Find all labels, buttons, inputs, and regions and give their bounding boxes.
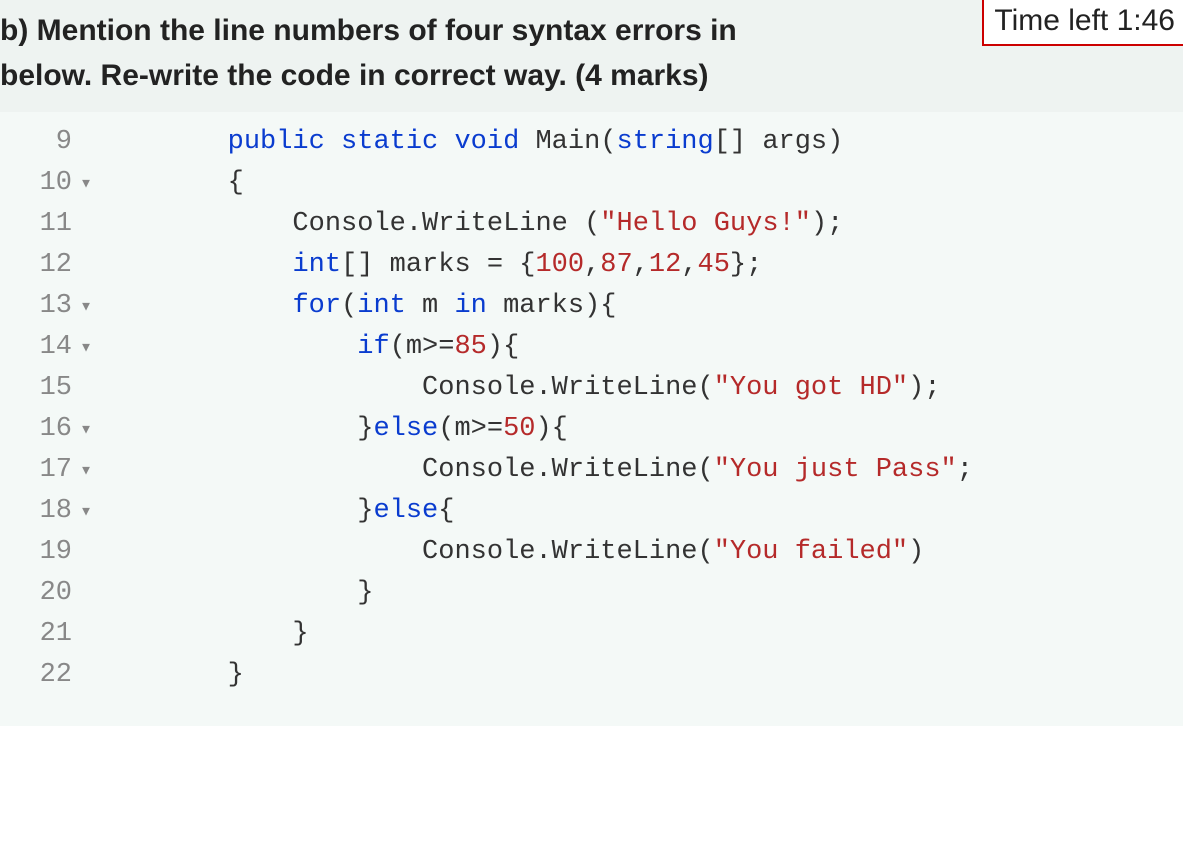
code-line: 14▾ if(m>=85){ bbox=[0, 327, 1183, 368]
code-line: 10▾ { bbox=[0, 163, 1183, 204]
code-line: 11 Console.WriteLine ("Hello Guys!"); bbox=[0, 204, 1183, 245]
line-number: 20 bbox=[0, 573, 80, 614]
line-number: 14 bbox=[0, 327, 80, 368]
fold-icon[interactable]: ▾ bbox=[80, 498, 98, 528]
code-line: 18▾ }else{ bbox=[0, 491, 1183, 532]
code-content: } bbox=[98, 614, 1183, 655]
code-line: 19 Console.WriteLine("You failed") bbox=[0, 532, 1183, 573]
fold-icon[interactable]: ▾ bbox=[80, 334, 98, 364]
code-content: } bbox=[98, 655, 1183, 696]
code-content: } bbox=[98, 573, 1183, 614]
fold-icon[interactable]: ▾ bbox=[80, 416, 98, 446]
code-content: Console.WriteLine("You got HD"); bbox=[98, 368, 1183, 409]
code-line: 17▾ Console.WriteLine("You just Pass"; bbox=[0, 450, 1183, 491]
code-editor: 9 public static void Main(string[] args)… bbox=[0, 112, 1183, 726]
line-number: 19 bbox=[0, 532, 80, 573]
code-content: Console.WriteLine("You failed") bbox=[98, 532, 1183, 573]
timer-box: Time left 1:46 bbox=[982, 0, 1183, 46]
fold-icon[interactable]: ▾ bbox=[80, 293, 98, 323]
fold-icon[interactable]: ▾ bbox=[80, 170, 98, 200]
code-line: 15 Console.WriteLine("You got HD"); bbox=[0, 368, 1183, 409]
code-content: Console.WriteLine ("Hello Guys!"); bbox=[98, 204, 1183, 245]
fold-icon bbox=[80, 211, 98, 241]
fold-icon bbox=[80, 539, 98, 569]
question-header: Time left 1:46 b) Mention the line numbe… bbox=[0, 0, 1183, 112]
fold-icon bbox=[80, 621, 98, 651]
code-line: 13▾ for(int m in marks){ bbox=[0, 286, 1183, 327]
fold-icon bbox=[80, 252, 98, 282]
code-line: 20 } bbox=[0, 573, 1183, 614]
line-number: 12 bbox=[0, 245, 80, 286]
code-line: 9 public static void Main(string[] args) bbox=[0, 122, 1183, 163]
line-number: 16 bbox=[0, 409, 80, 450]
question-line-1: b) Mention the line numbers of four synt… bbox=[0, 14, 737, 47]
fold-icon bbox=[80, 375, 98, 405]
code-content: public static void Main(string[] args) bbox=[98, 122, 1183, 163]
line-number: 9 bbox=[0, 122, 80, 163]
fold-icon bbox=[80, 662, 98, 692]
line-number: 22 bbox=[0, 655, 80, 696]
fold-icon bbox=[80, 129, 98, 159]
code-content: Console.WriteLine("You just Pass"; bbox=[98, 450, 1183, 491]
fold-icon bbox=[80, 580, 98, 610]
code-line: 22 } bbox=[0, 655, 1183, 696]
fold-icon[interactable]: ▾ bbox=[80, 457, 98, 487]
code-content: { bbox=[98, 163, 1183, 204]
line-number: 17 bbox=[0, 450, 80, 491]
code-line: 16▾ }else(m>=50){ bbox=[0, 409, 1183, 450]
code-content: int[] marks = {100,87,12,45}; bbox=[98, 245, 1183, 286]
code-content: if(m>=85){ bbox=[98, 327, 1183, 368]
line-number: 11 bbox=[0, 204, 80, 245]
code-line: 21 } bbox=[0, 614, 1183, 655]
line-number: 13 bbox=[0, 286, 80, 327]
code-line: 12 int[] marks = {100,87,12,45}; bbox=[0, 245, 1183, 286]
timer-label: Time left 1:46 bbox=[994, 4, 1175, 37]
line-number: 15 bbox=[0, 368, 80, 409]
line-number: 10 bbox=[0, 163, 80, 204]
code-content: }else{ bbox=[98, 491, 1183, 532]
line-number: 18 bbox=[0, 491, 80, 532]
code-content: for(int m in marks){ bbox=[98, 286, 1183, 327]
code-content: }else(m>=50){ bbox=[98, 409, 1183, 450]
line-number: 21 bbox=[0, 614, 80, 655]
question-line-2: below. Re-write the code in correct way.… bbox=[0, 59, 709, 92]
